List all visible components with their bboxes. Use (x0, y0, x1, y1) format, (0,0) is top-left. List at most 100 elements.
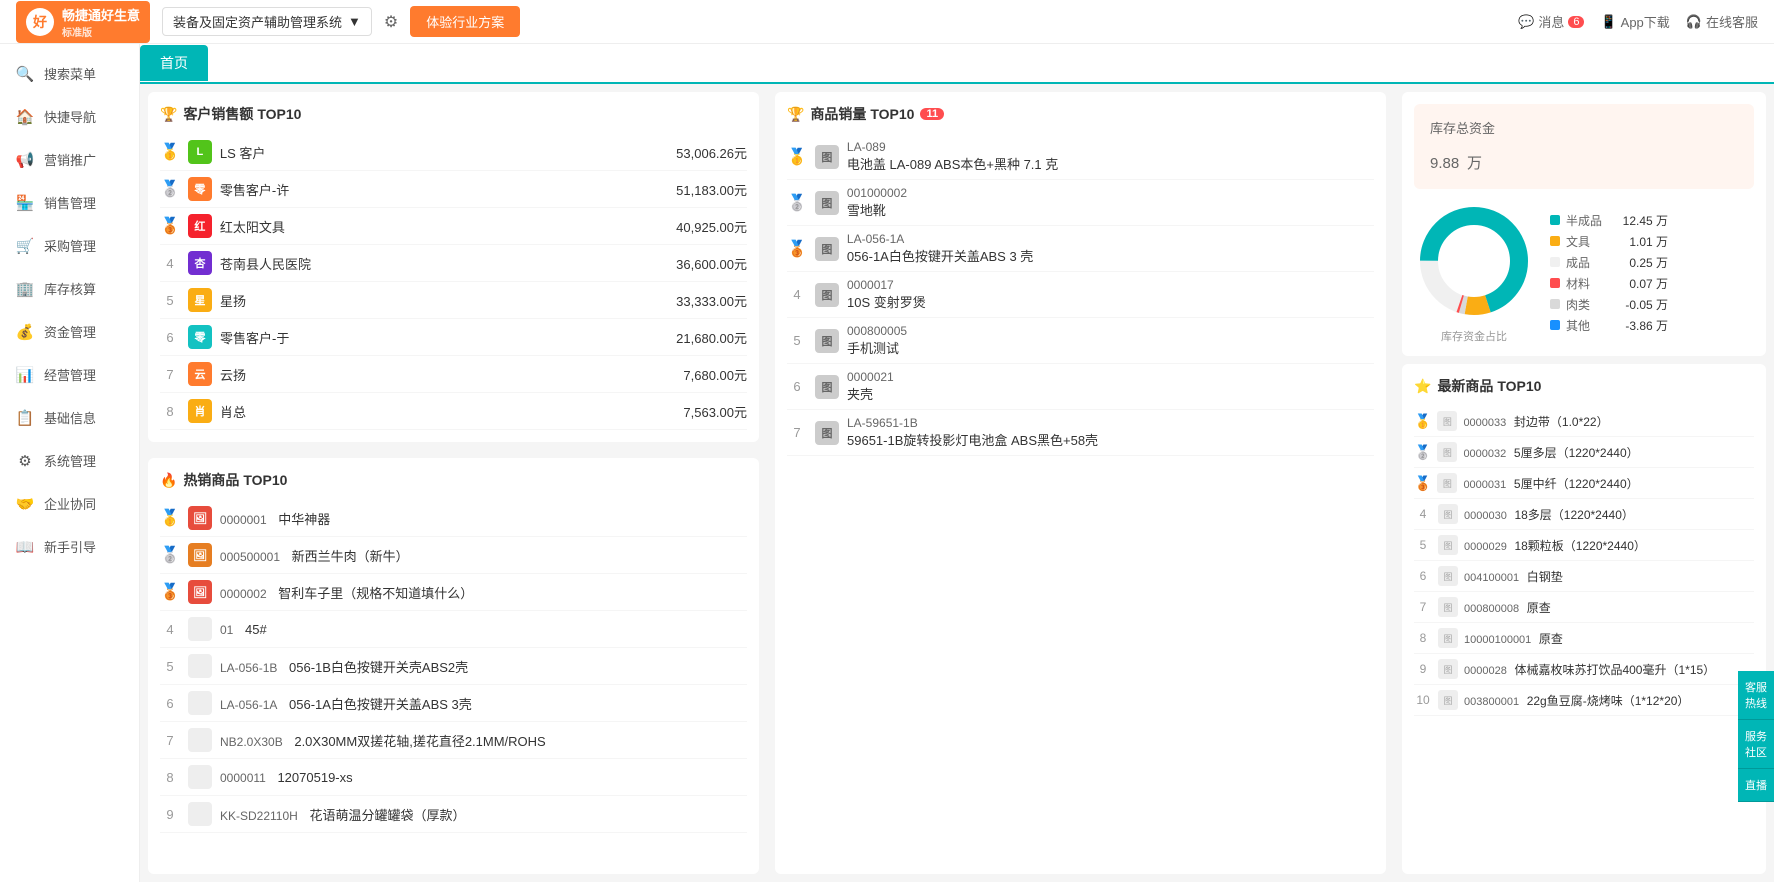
latest-product-info: 003800001 22g鱼豆腐-烧烤味（1*12*20） (1464, 692, 1754, 709)
customer-rank-row: 🥉 红 红太阳文具 40,925.00元 (160, 208, 747, 245)
hot-product-info: 01 45# (220, 622, 747, 637)
messages-button[interactable]: 💬 消息 6 (1518, 12, 1584, 31)
latest-product-row: 🥉 图 0000031 5厘中纤（1220*2440） (1414, 468, 1754, 499)
search-icon: 🔍 (16, 65, 34, 83)
legend-value: -3.86 万 (1608, 317, 1668, 334)
hot-product-name: 45# (245, 622, 267, 637)
cs-item-0[interactable]: 客服热线 (1738, 671, 1774, 720)
latest-product-name: 封边带（1.0*22） (1514, 415, 1609, 429)
sidebar-item-system[interactable]: ⚙ 系统管理 (0, 439, 139, 482)
topbar-left: 好 畅捷通好生意 标准版 装备及固定资产辅助管理系统 ▼ ⚙ 体验行业方案 (16, 1, 520, 43)
base-info-icon: 📋 (16, 409, 34, 427)
sidebar-item-enterprise[interactable]: 🤝 企业协同 (0, 482, 139, 525)
sidebar-item-marketing[interactable]: 📢 营销推广 (0, 138, 139, 181)
customer-avatar: 星 (188, 288, 212, 312)
hot-product-info: LA-056-1A 056-1A白色按键开关盖ABS 3壳 (220, 694, 747, 713)
hot-products-list: 🥇 🖼 0000001 中华神器 🥈 🖼 000500001 新西兰牛肉（新牛）… (160, 500, 747, 833)
customer-amount: 21,680.00元 (676, 328, 747, 347)
settings-icon[interactable]: ⚙ (384, 12, 398, 32)
hot-product-info: KK-SD22110H 花语萌温分罐罐袋（厚款） (220, 805, 747, 824)
rank-num: 9 (1414, 662, 1432, 676)
product-img: 图 (815, 329, 839, 353)
logo-area: 好 畅捷通好生意 标准版 (16, 1, 150, 43)
hot-product-info: LA-056-1B 056-1B白色按键开关壳ABS2壳 (220, 657, 747, 676)
topbar-right: 💬 消息 6 📱 App下载 🎧 在线客服 (1518, 12, 1758, 31)
sidebar-item-sales[interactable]: 🏪 销售管理 (0, 181, 139, 224)
guide-icon: 📖 (16, 538, 34, 556)
product-img: 图 (815, 283, 839, 307)
hot-product-info: 0000011 12070519-xs (220, 770, 747, 785)
latest-product-name: 白钢垫 (1527, 570, 1563, 584)
sidebar-item-finance[interactable]: 💰 资金管理 (0, 310, 139, 353)
medal-bronze: 🥉 (1414, 475, 1431, 492)
latest-product-row: 7 图 000800008 原查 (1414, 592, 1754, 623)
sidebar-item-purchase[interactable]: 🛒 采购管理 (0, 224, 139, 267)
rank-num: 7 (160, 733, 180, 748)
donut-chart (1414, 201, 1534, 321)
medal-gold: 🥇 (1414, 413, 1431, 430)
product-img: 图 (815, 191, 839, 215)
rank-num: 4 (787, 287, 807, 302)
customer-name: 云扬 (220, 365, 675, 384)
legend-label: 材料 (1566, 275, 1602, 292)
home-icon: 🏠 (16, 108, 34, 126)
sidebar-item-search[interactable]: 🔍 搜索菜单 (0, 52, 139, 95)
sidebar-item-operations[interactable]: 📊 经营管理 (0, 353, 139, 396)
latest-product-img: 图 (1438, 690, 1458, 710)
tab-home[interactable]: 首页 (140, 45, 208, 81)
chevron-down-icon: ▼ (348, 14, 361, 29)
latest-product-code: 0000032 (1463, 448, 1506, 460)
hot-product-row: 🥉 🖼 0000002 智利车子里（规格不知道填什么） (160, 574, 747, 611)
rank-num: 8 (1414, 631, 1432, 645)
latest-product-code: 0000031 (1463, 479, 1506, 491)
content-body: 🏆 客户销售额 TOP10 🥇 L LS 客户 53,006.26元 🥈 零 零… (140, 84, 1774, 882)
latest-product-img: 图 (1438, 504, 1458, 524)
hot-product-code: 0000001 (220, 513, 267, 527)
latest-product-code: 000800008 (1464, 603, 1519, 615)
hot-product-row: 6 LA-056-1A 056-1A白色按键开关盖ABS 3壳 (160, 685, 747, 722)
sidebar-item-base-info[interactable]: 📋 基础信息 (0, 396, 139, 439)
latest-product-name: 体械嘉枚味苏打饮品400毫升（1*15） (1514, 663, 1715, 677)
hot-product-row: 5 LA-056-1B 056-1B白色按键开关壳ABS2壳 (160, 648, 747, 685)
customer-rank-row: 7 云 云扬 7,680.00元 (160, 356, 747, 393)
nav-tabs: 首页 (140, 44, 1774, 84)
system-name: 装备及固定资产辅助管理系统 (173, 12, 342, 31)
medal-bronze: 🥉 (160, 582, 180, 602)
product-info: LA-089 电池盖 LA-089 ABS本色+黑种 7.1 克 (847, 140, 1374, 173)
customer-avatar: 肖 (188, 399, 212, 423)
product-ranking-title: 🏆 商品销量 TOP10 11 (787, 104, 1374, 124)
hot-product-name: 056-1B白色按键开关壳ABS2壳 (289, 660, 468, 675)
customer-name: 苍南县人民医院 (220, 254, 668, 273)
cs-item-2[interactable]: 直播 (1738, 769, 1774, 802)
logo-icon: 好 (26, 8, 54, 36)
sidebar-item-quick-nav[interactable]: 🏠 快捷导航 (0, 95, 139, 138)
product-count-badge: 11 (920, 108, 944, 120)
customer-ranking-list: 🥇 L LS 客户 53,006.26元 🥈 零 零售客户-许 51,183.0… (160, 134, 747, 430)
sidebar-item-guide[interactable]: 📖 新手引导 (0, 525, 139, 568)
product-img: 图 (815, 421, 839, 445)
product-img: 图 (815, 237, 839, 261)
legend-item: 肉类 -0.05 万 (1550, 296, 1668, 313)
customer-avatar: 零 (188, 177, 212, 201)
product-info: LA-056-1A 056-1A白色按键开关盖ABS 3 壳 (847, 232, 1374, 265)
rank-num: 7 (160, 367, 180, 382)
hot-product-name: 056-1A白色按键开关盖ABS 3壳 (289, 697, 472, 712)
product-code: LA-089 (847, 140, 1374, 154)
legend-label: 肉类 (1566, 296, 1602, 313)
hot-product-name: 花语萌温分罐罐袋（厚款） (309, 808, 465, 823)
trial-button[interactable]: 体验行业方案 (410, 6, 520, 37)
latest-product-img: 图 (1437, 473, 1457, 493)
cs-item-1[interactable]: 服务社区 (1738, 720, 1774, 769)
hot-products-panel: 🔥 热销商品 TOP10 🥇 🖼 0000001 中华神器 🥈 🖼 000500… (148, 458, 759, 874)
rank-num: 7 (787, 425, 807, 440)
sidebar-label-system: 系统管理 (44, 451, 96, 470)
product-img: 图 (815, 145, 839, 169)
sidebar-item-inventory[interactable]: 🏢 库存核算 (0, 267, 139, 310)
product-rank-row: 🥈 图 001000002 雪地靴 (787, 180, 1374, 226)
hot-product-row: 9 KK-SD22110H 花语萌温分罐罐袋（厚款） (160, 796, 747, 833)
legend-label: 文具 (1566, 233, 1602, 250)
legend-value: -0.05 万 (1608, 296, 1668, 313)
online-service-button[interactable]: 🎧 在线客服 (1686, 12, 1758, 31)
system-selector[interactable]: 装备及固定资产辅助管理系统 ▼ (162, 7, 372, 36)
app-download-button[interactable]: 📱 App下载 (1600, 12, 1669, 31)
